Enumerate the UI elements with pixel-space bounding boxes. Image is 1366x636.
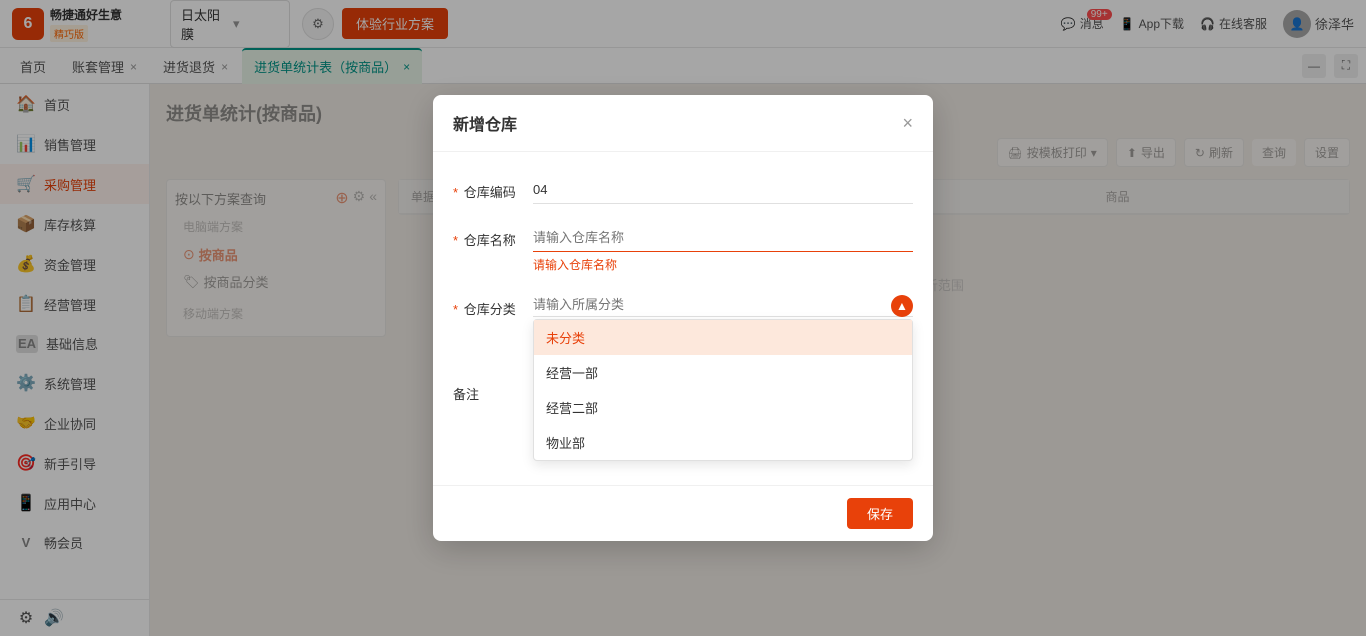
category-dropdown-list: 未分类 经营一部 经营二部 物业部 bbox=[533, 319, 913, 461]
save-btn[interactable]: 保存 bbox=[847, 498, 913, 529]
modal-title: 新增仓库 bbox=[453, 111, 517, 135]
notes-label: 备注 bbox=[453, 378, 533, 403]
dropdown-option-dept2[interactable]: 经营二部 bbox=[534, 390, 912, 425]
modal-footer: 保存 bbox=[433, 485, 933, 541]
form-row-code: * 仓库编码 bbox=[453, 176, 913, 204]
required-star-name: * bbox=[453, 233, 458, 248]
modal-close-btn[interactable]: × bbox=[902, 113, 913, 134]
category-input[interactable] bbox=[533, 297, 913, 312]
modal-body: * 仓库编码 * 仓库名称 请输入仓库名称 * 仓库分类 bbox=[433, 152, 933, 485]
category-dropdown-btn[interactable]: ▲ bbox=[891, 295, 913, 317]
dropdown-option-dept3[interactable]: 物业部 bbox=[534, 425, 912, 460]
required-star-cat: * bbox=[453, 302, 458, 317]
required-star: * bbox=[453, 185, 458, 200]
code-label: * 仓库编码 bbox=[453, 176, 533, 201]
category-field: ▲ 未分类 经营一部 经营二部 物业部 bbox=[533, 293, 913, 317]
code-input[interactable] bbox=[533, 176, 913, 204]
chevron-up-icon: ▲ bbox=[896, 299, 908, 313]
name-error-msg: 请输入仓库名称 bbox=[533, 256, 913, 273]
name-input[interactable] bbox=[533, 224, 913, 252]
category-label: * 仓库分类 bbox=[453, 293, 533, 318]
dropdown-option-unclassified[interactable]: 未分类 bbox=[534, 320, 912, 355]
form-row-name: * 仓库名称 请输入仓库名称 bbox=[453, 224, 913, 273]
add-warehouse-modal: 新增仓库 × * 仓库编码 * 仓库名称 请输入仓库名称 bbox=[433, 95, 933, 541]
name-field: 请输入仓库名称 bbox=[533, 224, 913, 273]
dropdown-option-dept1[interactable]: 经营一部 bbox=[534, 355, 912, 390]
name-label: * 仓库名称 bbox=[453, 224, 533, 249]
code-field bbox=[533, 176, 913, 204]
modal-header: 新增仓库 × bbox=[433, 95, 933, 152]
form-row-category: * 仓库分类 ▲ 未分类 经营一部 经营二部 物业部 bbox=[453, 293, 913, 318]
